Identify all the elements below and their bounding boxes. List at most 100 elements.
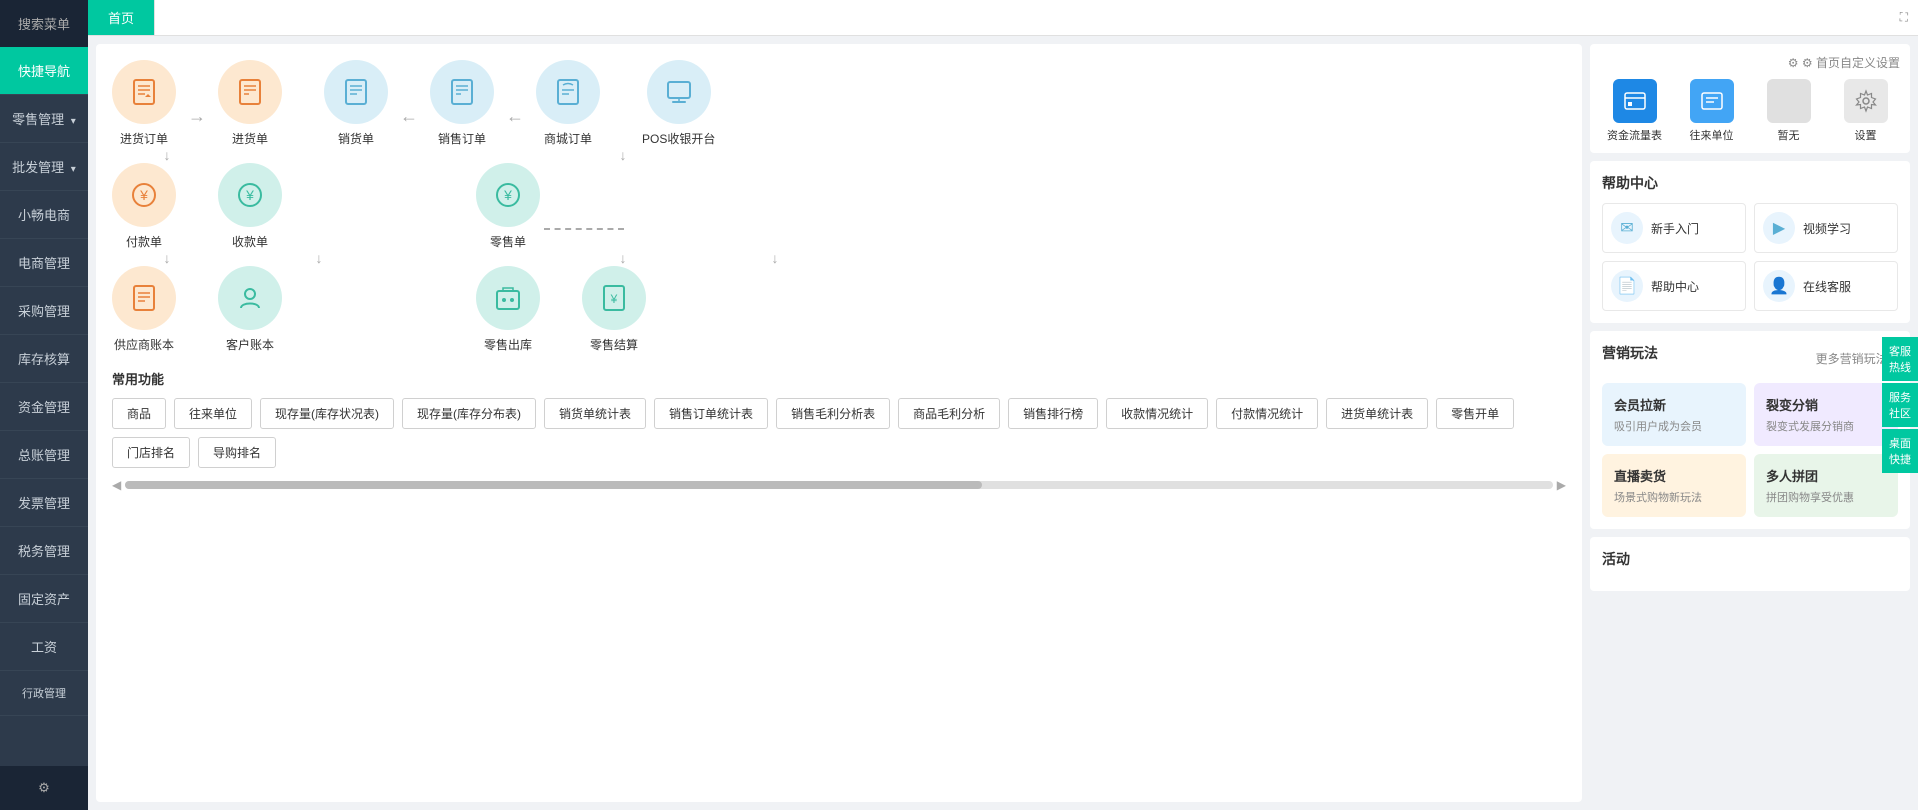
sidebar-settings-button[interactable]: ⚙	[0, 766, 88, 810]
help-item-video[interactable]: ▶ 视频学习	[1754, 203, 1898, 253]
sidebar-item-invoice[interactable]: 发票管理	[0, 479, 88, 527]
sidebar-item-wholesale[interactable]: 批发管理 ▾	[0, 143, 88, 191]
sidebar-item-tax[interactable]: 税务管理	[0, 527, 88, 575]
func-btn-store-rank[interactable]: 门店排名	[112, 437, 190, 468]
mkt-fission-title: 裂变分销	[1766, 395, 1886, 414]
wf-node-lsck[interactable]: 零售出库	[476, 266, 540, 353]
wf-node-xsdingdan[interactable]: 销售订单	[430, 60, 494, 147]
down-arr3: ↓	[112, 250, 222, 266]
func-btn-payments[interactable]: 付款情况统计	[1216, 398, 1318, 429]
sidebar-search[interactable]: 搜索菜单	[0, 0, 88, 47]
dashed-pos-lsd	[540, 228, 628, 230]
pos-label: POS收银开台	[642, 130, 715, 147]
helpcenter-label: 帮助中心	[1651, 278, 1699, 295]
homepage-settings-label[interactable]: ⚙ 首页自定义设置	[1802, 54, 1900, 71]
scroll-track[interactable]	[125, 481, 1553, 489]
tab-bar: 首页 ⛶	[88, 0, 1918, 36]
wf-node-scdingdan[interactable]: 商城订单	[536, 60, 600, 147]
arrow-xsd-scd: ←	[494, 106, 536, 127]
wf-node-fkd[interactable]: ¥ 付款单	[112, 163, 176, 250]
qa-item-cashflow[interactable]: 资金流量表	[1600, 79, 1669, 143]
func-btn-product[interactable]: 商品	[112, 398, 166, 429]
down-arr6: ↓	[720, 250, 830, 266]
scroll-right-arrow[interactable]: ▶	[1557, 478, 1566, 492]
help-grid: ✉ 新手入门 ▶ 视频学习 📄 帮助中心 👤 在线客服	[1602, 203, 1898, 311]
lsd-icon: ¥	[476, 163, 540, 227]
workflow-down-arrows2: ↓ ↓ ↓ ↓	[112, 250, 1566, 266]
helpcenter-icon: 📄	[1611, 270, 1643, 302]
wf-node-lsd[interactable]: ¥ 零售单	[476, 163, 540, 250]
float-btn-desktop[interactable]: 桌面快捷	[1882, 429, 1918, 473]
maximize-button[interactable]: ⛶	[1890, 10, 1918, 25]
func-btn-salesstat[interactable]: 销货单统计表	[544, 398, 646, 429]
help-item-online[interactable]: 👤 在线客服	[1754, 261, 1898, 311]
mkt-group-title: 多人拼团	[1766, 466, 1886, 485]
func-btn-orderstat[interactable]: 销售订单统计表	[654, 398, 768, 429]
mkt-fission-desc: 裂变式发展分销商	[1766, 418, 1886, 434]
func-buttons-container: 商品 往来单位 现存量(库存状况表) 现存量(库存分布表) 销货单统计表 销售订…	[112, 398, 1566, 468]
mkt-live-desc: 场景式购物新玩法	[1614, 489, 1734, 505]
scroll-thumb	[125, 481, 982, 489]
beginner-icon: ✉	[1611, 212, 1643, 244]
mkt-item-member[interactable]: 会员拉新 吸引用户成为会员	[1602, 383, 1746, 446]
func-btn-salesrank[interactable]: 销售排行榜	[1008, 398, 1098, 429]
arrow-xhd-xsd: ←	[388, 106, 430, 127]
func-btn-guide-rank[interactable]: 导购排名	[198, 437, 276, 468]
online-label: 在线客服	[1803, 278, 1851, 295]
scd-label: 商城订单	[544, 130, 592, 147]
partner-label: 往来单位	[1690, 127, 1734, 143]
sidebar-item-inventory[interactable]: 库存核算	[0, 335, 88, 383]
sp5	[526, 147, 568, 163]
tab-home[interactable]: 首页	[88, 0, 155, 35]
sidebar-item-ecommerce[interactable]: 电商管理	[0, 239, 88, 287]
sp13	[222, 250, 264, 266]
sidebar-item-quick-nav[interactable]: 快捷导航	[0, 47, 88, 95]
qa-item-settings[interactable]: 设置	[1831, 79, 1900, 143]
float-btn-hotline[interactable]: 客服热线	[1882, 337, 1918, 381]
func-btn-partner[interactable]: 往来单位	[174, 398, 252, 429]
sidebar-item-purchase[interactable]: 采购管理	[0, 287, 88, 335]
sidebar-item-assets[interactable]: 固定资产	[0, 575, 88, 623]
mkt-item-live[interactable]: 直播卖货 场景式购物新玩法	[1602, 454, 1746, 517]
wf-node-skd[interactable]: ¥ 收款单	[218, 163, 282, 250]
down-arr4: ↓	[264, 250, 374, 266]
func-btn-retail-order[interactable]: 零售开单	[1436, 398, 1514, 429]
settings-qa-label: 设置	[1855, 127, 1877, 143]
quick-actions-header: ⚙ ⚙ 首页自定义设置	[1600, 54, 1900, 71]
wf-node-jhdingdan[interactable]: 进货订单	[112, 60, 176, 147]
scroll-left-arrow[interactable]: ◀	[112, 478, 121, 492]
sidebar-item-finance[interactable]: 资金管理	[0, 383, 88, 431]
float-btn-community[interactable]: 服务社区	[1882, 383, 1918, 427]
mkt-item-fission[interactable]: 裂变分销 裂变式发展分销商	[1754, 383, 1898, 446]
func-btn-profitanalysis[interactable]: 销售毛利分析表	[776, 398, 890, 429]
func-btn-stock2[interactable]: 现存量(库存分布表)	[402, 398, 536, 429]
down-arr1: ↓	[112, 147, 222, 163]
wf-node-pos[interactable]: POS收银开台	[642, 60, 715, 147]
qa-item-partner[interactable]: 往来单位	[1677, 79, 1746, 143]
help-center-title: 帮助中心	[1602, 173, 1898, 193]
sidebar-item-retail[interactable]: 零售管理 ▾	[0, 95, 88, 143]
sidebar-item-xiaochang[interactable]: 小畅电商	[0, 191, 88, 239]
help-center-panel: 帮助中心 ✉ 新手入门 ▶ 视频学习 📄 帮助中心 👤	[1590, 161, 1910, 323]
help-item-helpcenter[interactable]: 📄 帮助中心	[1602, 261, 1746, 311]
wf-node-xhd[interactable]: 销货单	[324, 60, 388, 147]
wf-node-gys[interactable]: 供应商账本	[112, 266, 176, 353]
wf-node-lsjsuan[interactable]: ¥ 零售结算	[582, 266, 646, 353]
help-item-beginner[interactable]: ✉ 新手入门	[1602, 203, 1746, 253]
sidebar-item-admin[interactable]: 行政管理	[0, 671, 88, 716]
svg-text:¥: ¥	[245, 187, 254, 203]
wf-node-jhd[interactable]: 进货单	[218, 60, 282, 147]
sidebar-item-salary[interactable]: 工资	[0, 623, 88, 671]
func-btn-receipts[interactable]: 收款情况统计	[1106, 398, 1208, 429]
sp17	[678, 250, 720, 266]
func-btn-stock1[interactable]: 现存量(库存状况表)	[260, 398, 394, 429]
khzb-icon	[218, 266, 282, 330]
workflow-row2: ¥ 付款单 ¥ 收款单	[112, 163, 1566, 250]
func-btn-prodprofit[interactable]: 商品毛利分析	[898, 398, 1000, 429]
func-btn-purchasestat[interactable]: 进货单统计表	[1326, 398, 1428, 429]
mkt-item-group[interactable]: 多人拼团 拼团购物享受优惠	[1754, 454, 1898, 517]
retail-arrow: ▾	[71, 116, 76, 127]
wf-node-khzb[interactable]: 客户账本	[218, 266, 282, 353]
qa-item-none[interactable]: 暂无	[1754, 79, 1823, 143]
sidebar-item-ledger[interactable]: 总账管理	[0, 431, 88, 479]
